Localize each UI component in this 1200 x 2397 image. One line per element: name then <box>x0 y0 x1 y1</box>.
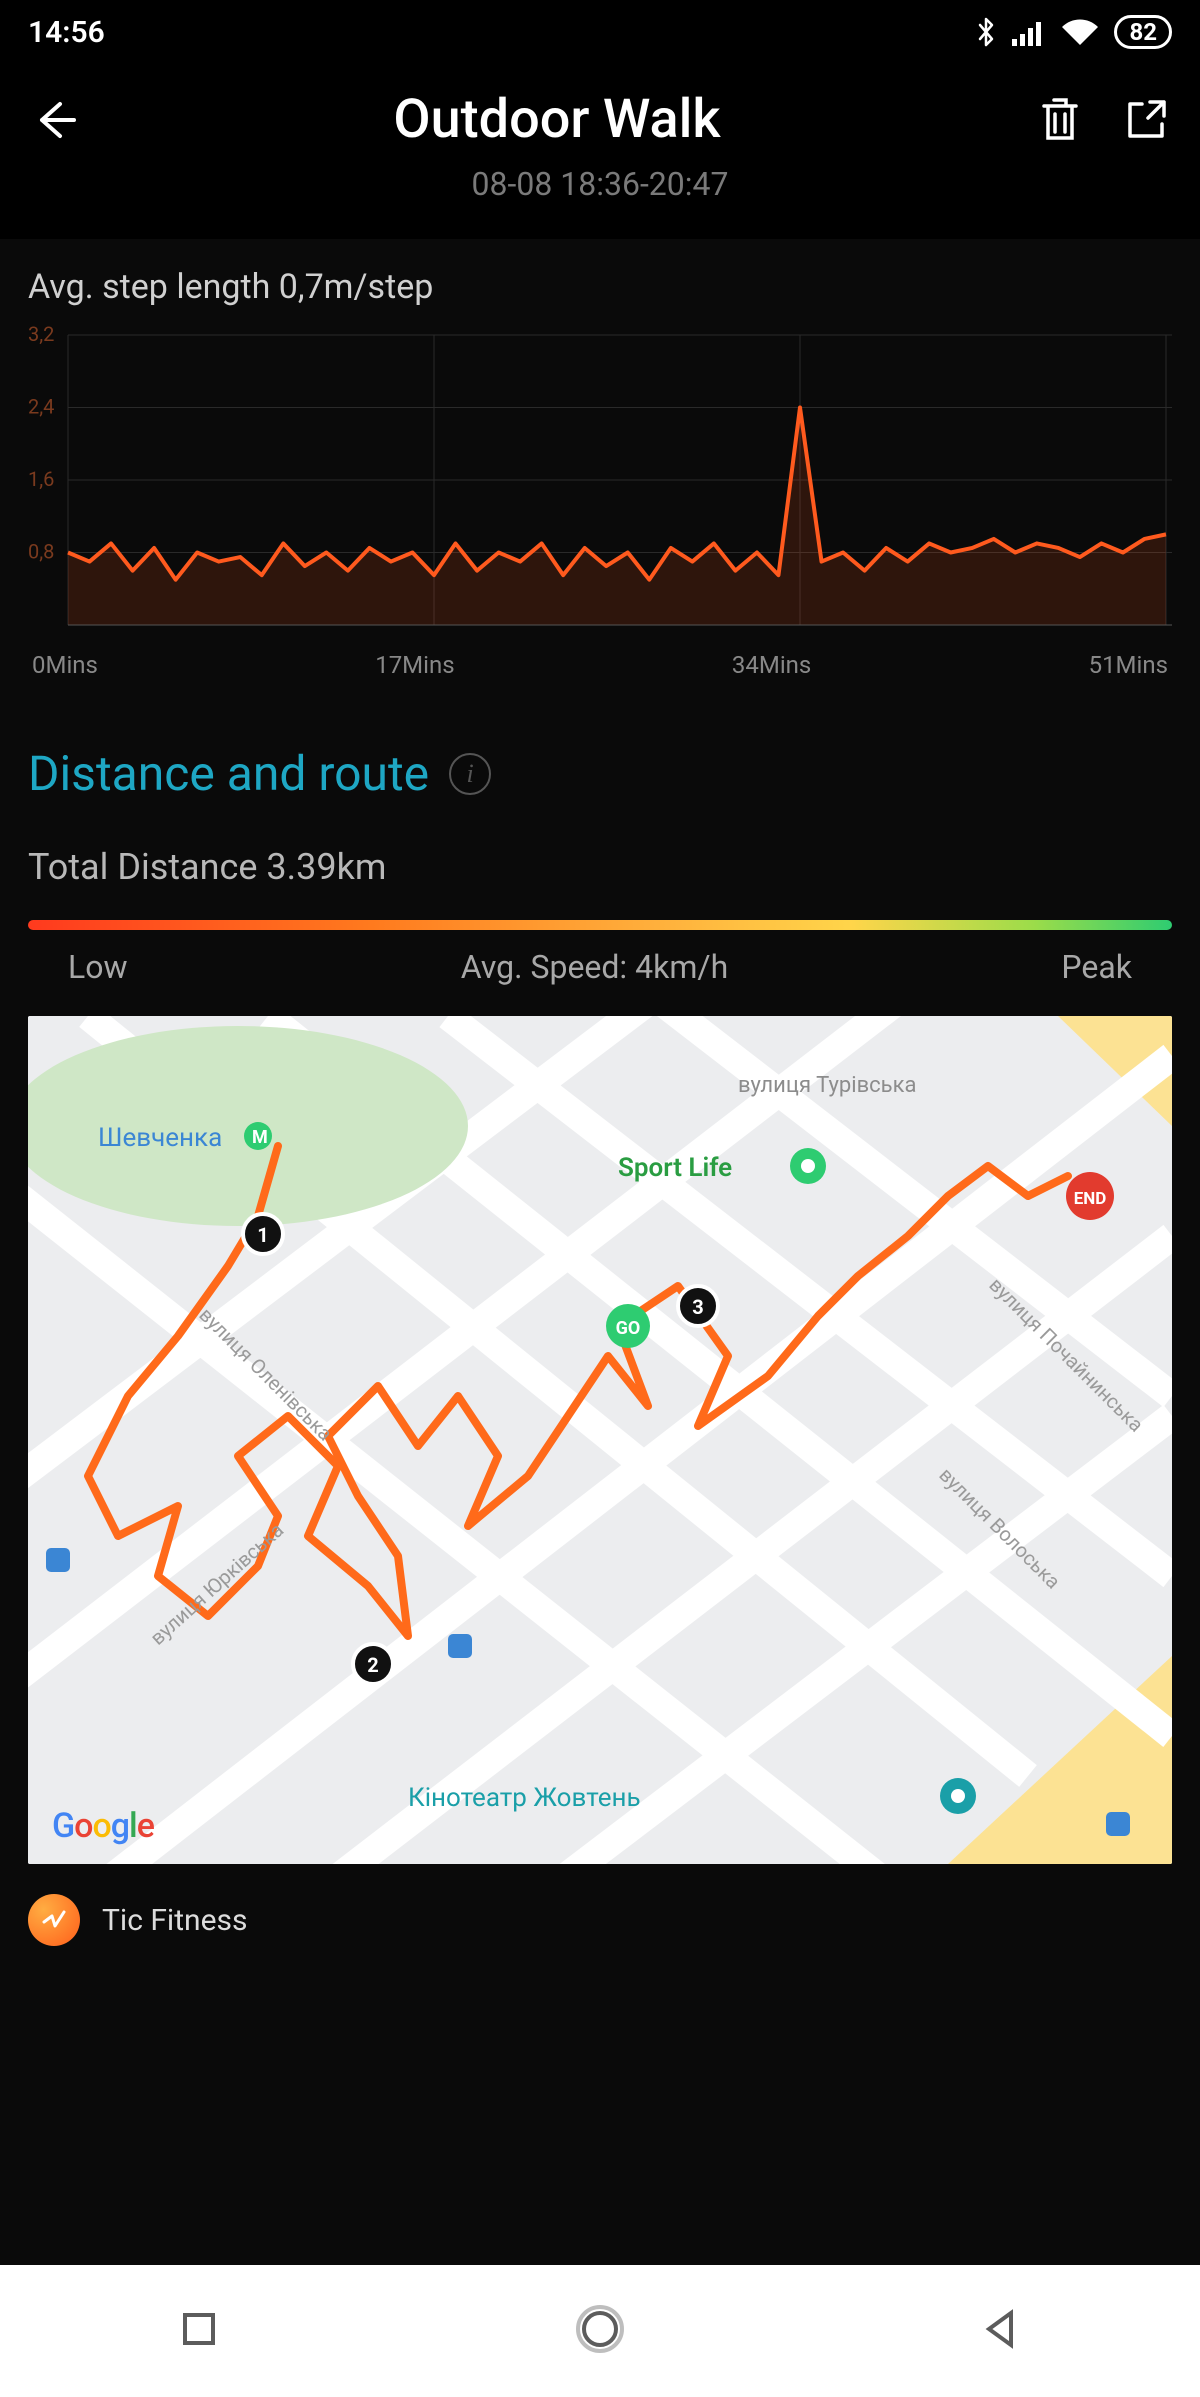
svg-text:M: M <box>252 1127 268 1148</box>
map-marker-3: 3 <box>678 1286 718 1326</box>
arrow-left-icon <box>30 96 78 144</box>
map-poi-cinema: Кінотеатр Жовтень <box>408 1783 641 1813</box>
speed-gradient-bar <box>28 920 1172 930</box>
map-canvas: вулиця Турівська Шевченка Sport Life Кін… <box>28 1016 1172 1864</box>
content-scroll[interactable]: Avg. step length 0,7m/step 0,8 1,6 2,4 3,2 … <box>0 239 1200 2265</box>
map-marker-1: 1 <box>243 1214 283 1254</box>
google-logo: Google <box>52 1806 154 1846</box>
session-datetime: 08-08 18:36-20:47 <box>472 165 729 203</box>
info-icon[interactable]: i <box>449 753 491 795</box>
delete-button[interactable] <box>1034 94 1086 146</box>
step-chart-xlabels: 0Mins17Mins34Mins51Mins <box>28 651 1172 679</box>
svg-text:1: 1 <box>257 1223 268 1247</box>
map-marker-end: END <box>1066 1172 1114 1220</box>
wifi-icon <box>1060 17 1100 47</box>
cell-signal-icon <box>1012 18 1046 46</box>
app-source-tag[interactable]: Tic Fitness <box>28 1894 1172 1966</box>
speed-gradient-labels: Low Avg. Speed: 4km/h Peak <box>28 948 1172 986</box>
android-status-bar: 14:56 82 <box>0 0 1200 64</box>
app-source-name: Tic Fitness <box>102 1903 247 1938</box>
page-title: Outdoor Walk <box>393 88 720 151</box>
android-nav-bar <box>0 2265 1200 2397</box>
svg-text:0,8: 0,8 <box>28 540 54 564</box>
battery-pill: 82 <box>1114 15 1172 49</box>
svg-text:3,2: 3,2 <box>28 325 54 346</box>
step-chart-title: Avg. step length 0,7m/step <box>28 267 1172 307</box>
section-title: Distance and route <box>28 745 429 802</box>
map-label-shevchenka: Шевченка <box>98 1123 222 1153</box>
nav-back-button[interactable] <box>979 2307 1023 2355</box>
svg-text:END: END <box>1074 1189 1107 1209</box>
status-indicators: 82 <box>976 15 1172 49</box>
speed-low-label: Low <box>68 948 128 986</box>
speed-avg-label: Avg. Speed: 4km/h <box>461 948 728 986</box>
total-distance: Total Distance 3.39km <box>28 846 1172 888</box>
step-chart-canvas: 0,8 1,6 2,4 3,2 <box>28 325 1172 645</box>
nav-recents-button[interactable] <box>177 2307 221 2355</box>
map-marker-2: 2 <box>353 1644 393 1684</box>
clock-text: 14:56 <box>28 15 105 50</box>
step-length-chart: 0,8 1,6 2,4 3,2 0Mins17Mins34Mins51Mins <box>28 325 1172 685</box>
svg-text:3: 3 <box>692 1295 703 1319</box>
svg-text:2: 2 <box>367 1653 378 1677</box>
nav-home-button[interactable] <box>574 2303 626 2359</box>
share-button[interactable] <box>1120 94 1172 146</box>
share-external-icon <box>1124 98 1168 142</box>
map-marker-go: GO <box>606 1304 650 1348</box>
distance-route-heading: Distance and route i <box>28 745 1172 802</box>
svg-text:GO: GO <box>616 1318 641 1339</box>
bluetooth-icon <box>976 15 998 49</box>
trash-icon <box>1038 96 1082 144</box>
map-street-turivska: вулиця Турівська <box>738 1073 916 1098</box>
app-header: Outdoor Walk 08-08 18:36-20:47 <box>0 64 1200 239</box>
map-poi-sportlife: Sport Life <box>618 1153 732 1183</box>
back-button[interactable] <box>28 94 80 146</box>
svg-text:1,6: 1,6 <box>28 467 54 491</box>
svg-text:2,4: 2,4 <box>28 395 54 419</box>
speed-peak-label: Peak <box>1061 948 1132 986</box>
route-map[interactable]: вулиця Турівська Шевченка Sport Life Кін… <box>28 1016 1172 1864</box>
tic-fitness-icon <box>28 1894 80 1946</box>
